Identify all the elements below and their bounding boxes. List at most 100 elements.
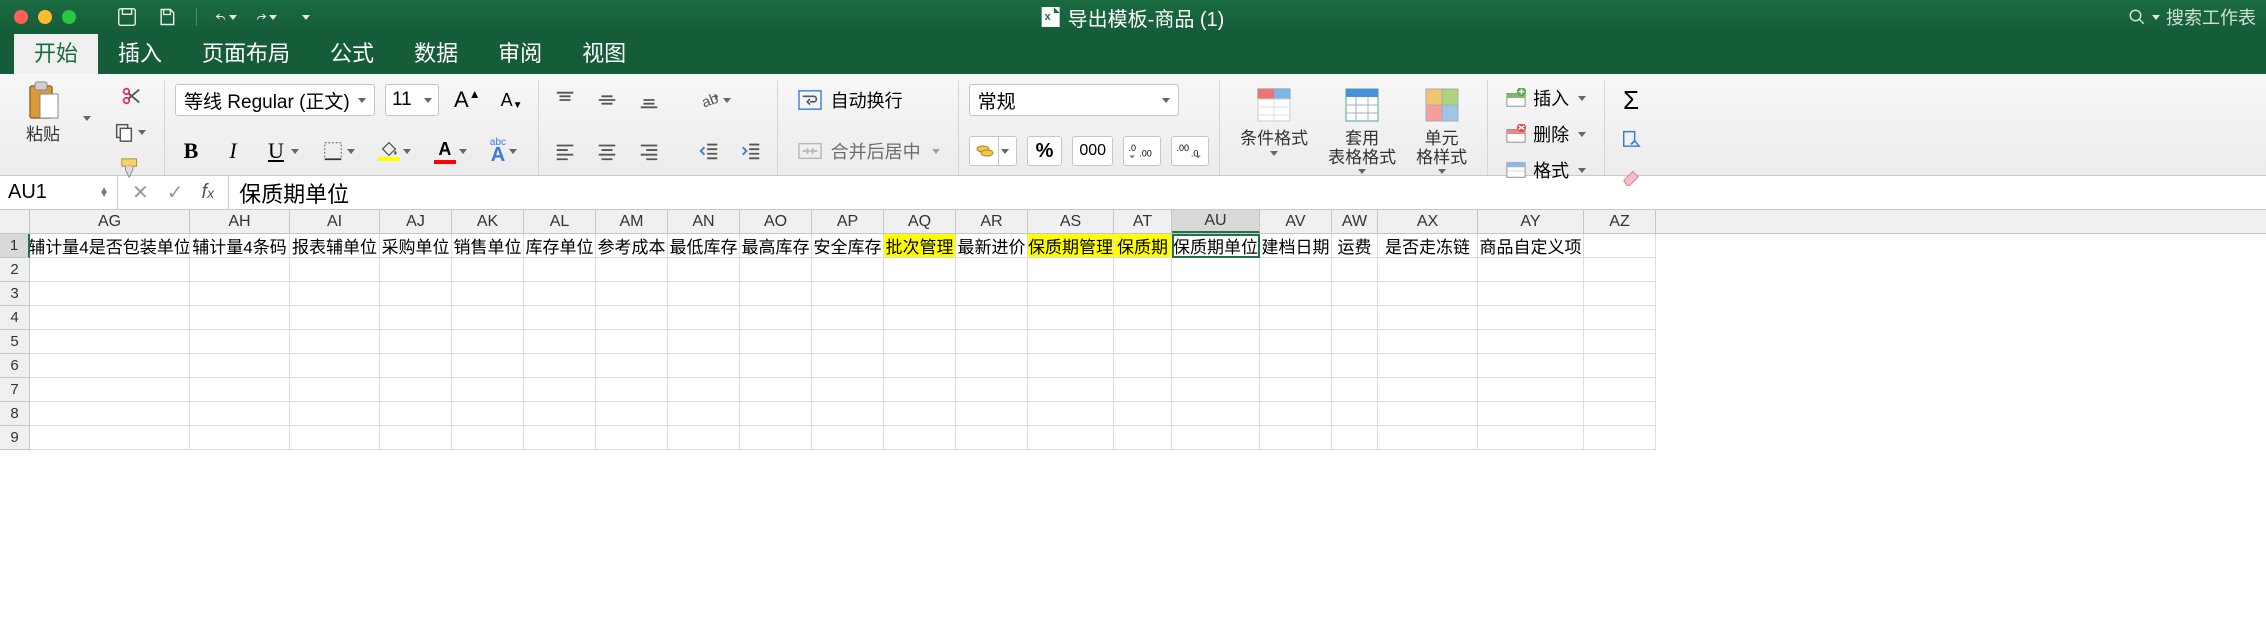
cell-AT1[interactable]: 保质期 bbox=[1114, 234, 1172, 258]
cell-AV2[interactable] bbox=[1260, 258, 1332, 282]
row-header-2[interactable]: 2 bbox=[0, 258, 30, 282]
cell-AI1[interactable]: 报表辅单位 bbox=[290, 234, 380, 258]
cell-AT3[interactable] bbox=[1114, 282, 1172, 306]
cell-AG7[interactable] bbox=[30, 378, 190, 402]
cell-AS8[interactable] bbox=[1028, 402, 1114, 426]
cell-AU1[interactable]: 保质期单位 bbox=[1172, 234, 1260, 258]
cell-AL2[interactable] bbox=[524, 258, 596, 282]
row-header-5[interactable]: 5 bbox=[0, 330, 30, 354]
cell-AU7[interactable] bbox=[1172, 378, 1260, 402]
enter-formula-button[interactable]: ✓ bbox=[167, 180, 184, 205]
cell-AQ7[interactable] bbox=[884, 378, 956, 402]
cell-AV4[interactable] bbox=[1260, 306, 1332, 330]
fx-icon[interactable]: fx bbox=[202, 181, 215, 204]
cell-AR6[interactable] bbox=[956, 354, 1028, 378]
row-header-1[interactable]: 1 bbox=[0, 234, 30, 258]
cell-AX3[interactable] bbox=[1378, 282, 1478, 306]
tab-3[interactable]: 公式 bbox=[310, 28, 394, 74]
cell-AR3[interactable] bbox=[956, 282, 1028, 306]
select-all-corner[interactable] bbox=[0, 210, 30, 233]
cell-AQ8[interactable] bbox=[884, 402, 956, 426]
cell-AL3[interactable] bbox=[524, 282, 596, 306]
number-format-selector[interactable]: 常规 bbox=[969, 84, 1179, 116]
paste-button[interactable]: 粘贴 bbox=[12, 80, 74, 145]
cell-AT6[interactable] bbox=[1114, 354, 1172, 378]
cell-AN7[interactable] bbox=[668, 378, 740, 402]
cell-AN3[interactable] bbox=[668, 282, 740, 306]
cell-AU3[interactable] bbox=[1172, 282, 1260, 306]
comma-style-button[interactable]: 000 bbox=[1072, 136, 1113, 166]
cell-AS9[interactable] bbox=[1028, 426, 1114, 450]
decrease-indent-button[interactable] bbox=[693, 135, 725, 167]
cell-AM1[interactable]: 参考成本 bbox=[596, 234, 668, 258]
wrap-text-button[interactable]: 自动换行 bbox=[788, 84, 912, 116]
cell-AS7[interactable] bbox=[1028, 378, 1114, 402]
cell-AV6[interactable] bbox=[1260, 354, 1332, 378]
cell-AK3[interactable] bbox=[452, 282, 524, 306]
cell-AI3[interactable] bbox=[290, 282, 380, 306]
cell-AV3[interactable] bbox=[1260, 282, 1332, 306]
cell-AH1[interactable]: 辅计量4条码 bbox=[190, 234, 290, 258]
cell-AW9[interactable] bbox=[1332, 426, 1378, 450]
autosum-button[interactable]: Σ bbox=[1615, 84, 1647, 116]
col-header-AM[interactable]: AM bbox=[596, 210, 668, 233]
cell-AM7[interactable] bbox=[596, 378, 668, 402]
cell-AM3[interactable] bbox=[596, 282, 668, 306]
conditional-formatting-button[interactable]: 条件格式 bbox=[1230, 84, 1318, 156]
col-header-AU[interactable]: AU bbox=[1172, 210, 1260, 233]
cell-AY7[interactable] bbox=[1478, 378, 1584, 402]
increase-indent-button[interactable] bbox=[735, 135, 767, 167]
cell-AJ2[interactable] bbox=[380, 258, 452, 282]
tab-1[interactable]: 插入 bbox=[98, 28, 182, 74]
border-button[interactable] bbox=[317, 135, 363, 167]
cell-AY6[interactable] bbox=[1478, 354, 1584, 378]
cell-AL6[interactable] bbox=[524, 354, 596, 378]
cell-AL8[interactable] bbox=[524, 402, 596, 426]
cell-AX8[interactable] bbox=[1378, 402, 1478, 426]
cell-AV1[interactable]: 建档日期 bbox=[1260, 234, 1332, 258]
cell-AK4[interactable] bbox=[452, 306, 524, 330]
col-header-AW[interactable]: AW bbox=[1332, 210, 1378, 233]
align-left-button[interactable] bbox=[549, 135, 581, 167]
cell-AT2[interactable] bbox=[1114, 258, 1172, 282]
paste-dropdown[interactable] bbox=[80, 112, 94, 124]
cell-AO1[interactable]: 最高库存 bbox=[740, 234, 812, 258]
cell-AW5[interactable] bbox=[1332, 330, 1378, 354]
row-header-7[interactable]: 7 bbox=[0, 378, 30, 402]
cell-AM5[interactable] bbox=[596, 330, 668, 354]
cell-AK7[interactable] bbox=[452, 378, 524, 402]
merge-center-button[interactable]: 合并后居中 bbox=[788, 135, 948, 167]
cell-AW7[interactable] bbox=[1332, 378, 1378, 402]
cell-AU2[interactable] bbox=[1172, 258, 1260, 282]
cell-AJ3[interactable] bbox=[380, 282, 452, 306]
cell-AP7[interactable] bbox=[812, 378, 884, 402]
cell-AZ9[interactable] bbox=[1584, 426, 1656, 450]
cell-AP1[interactable]: 安全库存 bbox=[812, 234, 884, 258]
cell-AJ4[interactable] bbox=[380, 306, 452, 330]
cell-AI9[interactable] bbox=[290, 426, 380, 450]
cell-AX2[interactable] bbox=[1378, 258, 1478, 282]
cell-AY2[interactable] bbox=[1478, 258, 1584, 282]
cell-AJ9[interactable] bbox=[380, 426, 452, 450]
redo-button[interactable] bbox=[255, 6, 277, 28]
cell-AX6[interactable] bbox=[1378, 354, 1478, 378]
cell-AO5[interactable] bbox=[740, 330, 812, 354]
row-header-3[interactable]: 3 bbox=[0, 282, 30, 306]
cell-AW8[interactable] bbox=[1332, 402, 1378, 426]
cell-AR4[interactable] bbox=[956, 306, 1028, 330]
cell-AP6[interactable] bbox=[812, 354, 884, 378]
cell-AN6[interactable] bbox=[668, 354, 740, 378]
cell-AS1[interactable]: 保质期管理 bbox=[1028, 234, 1114, 258]
increase-font-button[interactable]: A▲ bbox=[449, 84, 486, 116]
copy-button[interactable] bbox=[108, 116, 154, 148]
cell-AY3[interactable] bbox=[1478, 282, 1584, 306]
cell-AP2[interactable] bbox=[812, 258, 884, 282]
col-header-AS[interactable]: AS bbox=[1028, 210, 1114, 233]
row-header-8[interactable]: 8 bbox=[0, 402, 30, 426]
col-header-AY[interactable]: AY bbox=[1478, 210, 1584, 233]
cell-AP8[interactable] bbox=[812, 402, 884, 426]
tab-4[interactable]: 数据 bbox=[394, 28, 478, 74]
cell-AO9[interactable] bbox=[740, 426, 812, 450]
cell-AX5[interactable] bbox=[1378, 330, 1478, 354]
cell-AR5[interactable] bbox=[956, 330, 1028, 354]
